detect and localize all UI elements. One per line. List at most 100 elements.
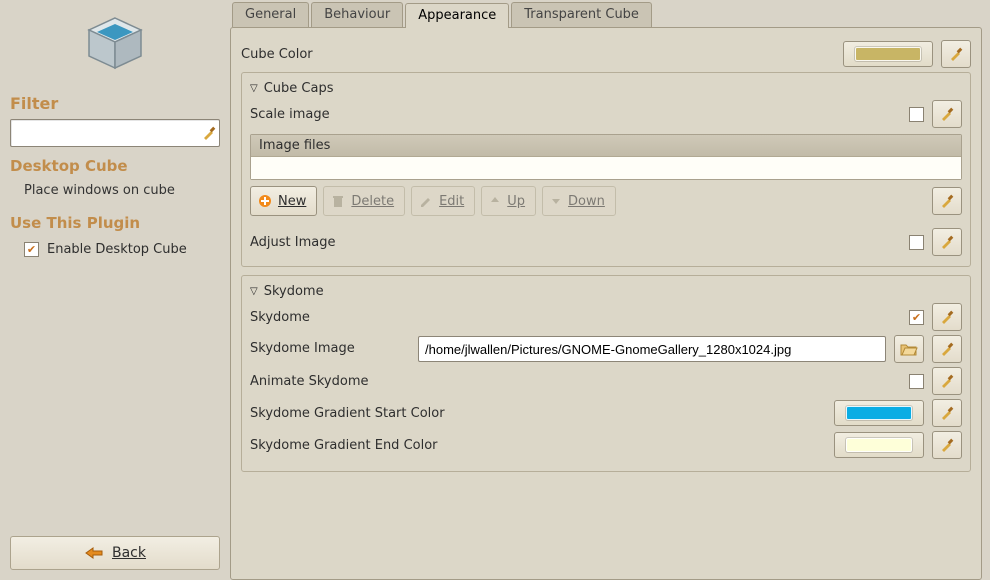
plugin-icon (10, 14, 220, 72)
skydome-group: ▽ Skydome Skydome Skydome Image (241, 275, 971, 472)
skydome-header[interactable]: ▽ Skydome (250, 280, 962, 301)
brush-icon (201, 125, 217, 141)
scale-image-checkbox[interactable] (909, 107, 924, 122)
adjust-image-reset-button[interactable] (932, 228, 962, 256)
skydome-enable-reset-button[interactable] (932, 303, 962, 331)
cube-color-reset-button[interactable] (941, 40, 971, 68)
new-button[interactable]: New (250, 186, 317, 216)
gradient-start-reset-button[interactable] (932, 399, 962, 427)
brush-icon (939, 309, 955, 325)
filter-input[interactable] (11, 126, 199, 141)
sidebar-spacer (10, 258, 220, 536)
brush-icon (939, 341, 955, 357)
brush-icon (939, 437, 955, 453)
brush-icon (939, 405, 955, 421)
star-add-icon (257, 193, 273, 209)
tab-behaviour[interactable]: Behaviour (311, 2, 403, 27)
filter-heading: Filter (10, 94, 220, 113)
settings-panel: Cube Color ▽ Cube Caps Scale image (230, 27, 982, 580)
folder-open-icon (900, 341, 918, 357)
down-button-label: Down (568, 194, 605, 209)
brush-icon (939, 106, 955, 122)
brush-icon (939, 373, 955, 389)
scale-image-row: Scale image (250, 98, 962, 130)
image-files-toolbar: New Delete Edit Up (250, 186, 962, 216)
skydome-image-row: Skydome Image (250, 333, 962, 365)
down-arrow-icon (549, 194, 563, 208)
cube-color-swatch (855, 47, 921, 61)
cube-color-row: Cube Color (241, 38, 971, 70)
animate-skydome-checkbox[interactable] (909, 374, 924, 389)
gradient-start-button[interactable] (834, 400, 924, 426)
clear-filter-icon[interactable] (199, 125, 219, 141)
gradient-start-swatch (846, 406, 912, 420)
expander-icon: ▽ (250, 83, 258, 94)
gradient-end-button[interactable] (834, 432, 924, 458)
skydome-image-reset-button[interactable] (932, 335, 962, 363)
scale-image-label: Scale image (250, 107, 901, 122)
skydome-enable-checkbox[interactable] (909, 310, 924, 325)
skydome-title: Skydome (264, 284, 324, 299)
brush-icon (939, 193, 955, 209)
plugin-description: Place windows on cube (10, 177, 220, 204)
edit-button[interactable]: Edit (411, 186, 475, 216)
scale-image-reset-button[interactable] (932, 100, 962, 128)
down-button[interactable]: Down (542, 186, 616, 216)
tab-general[interactable]: General (232, 2, 309, 27)
up-arrow-icon (488, 194, 502, 208)
cube-caps-header[interactable]: ▽ Cube Caps (250, 77, 962, 98)
tab-transparent-cube[interactable]: Transparent Cube (511, 2, 652, 27)
cube-color-button[interactable] (843, 41, 933, 67)
edit-icon (418, 193, 434, 209)
adjust-image-checkbox[interactable] (909, 235, 924, 250)
adjust-image-row: Adjust Image (250, 226, 962, 258)
sidebar: Filter Desktop Cube Place windows on cub… (0, 0, 230, 580)
plugin-name-heading: Desktop Cube (10, 157, 220, 175)
expander-icon: ▽ (250, 286, 258, 297)
app-window: Filter Desktop Cube Place windows on cub… (0, 0, 990, 580)
filter-box (10, 119, 220, 147)
new-button-label: New (278, 194, 306, 209)
back-button[interactable]: Back (10, 536, 220, 570)
delete-button-label: Delete (351, 194, 394, 209)
skydome-enable-row: Skydome (250, 301, 962, 333)
adjust-image-label: Adjust Image (250, 235, 901, 250)
gradient-end-reset-button[interactable] (932, 431, 962, 459)
back-button-label: Back (112, 545, 146, 561)
delete-icon (330, 193, 346, 209)
image-files-reset-button[interactable] (932, 187, 962, 215)
cube-icon (83, 14, 147, 72)
skydome-image-label: Skydome Image (250, 341, 410, 357)
tab-appearance[interactable]: Appearance (405, 3, 509, 28)
gradient-end-label: Skydome Gradient End Color (250, 438, 826, 453)
gradient-end-row: Skydome Gradient End Color (250, 429, 962, 461)
skydome-image-input[interactable] (418, 336, 886, 362)
image-files-header: Image files (251, 135, 961, 157)
enable-plugin-checkbox[interactable] (24, 242, 39, 257)
enable-plugin-label: Enable Desktop Cube (47, 242, 187, 258)
use-plugin-heading: Use This Plugin (10, 214, 220, 232)
back-arrow-icon (84, 546, 104, 560)
tab-bar: GeneralBehaviourAppearanceTransparent Cu… (230, 2, 982, 27)
enable-plugin-row: Enable Desktop Cube (10, 234, 220, 258)
cube-color-label: Cube Color (241, 47, 835, 62)
animate-skydome-reset-button[interactable] (932, 367, 962, 395)
gradient-end-swatch (846, 438, 912, 452)
animate-skydome-row: Animate Skydome (250, 365, 962, 397)
brush-icon (939, 234, 955, 250)
skydome-enable-label: Skydome (250, 310, 901, 325)
main-area: GeneralBehaviourAppearanceTransparent Cu… (230, 0, 990, 580)
edit-button-label: Edit (439, 194, 464, 209)
gradient-start-label: Skydome Gradient Start Color (250, 406, 826, 421)
animate-skydome-label: Animate Skydome (250, 374, 901, 389)
cube-caps-title: Cube Caps (264, 81, 334, 96)
image-files-list[interactable]: Image files (250, 134, 962, 180)
up-button[interactable]: Up (481, 186, 536, 216)
delete-button[interactable]: Delete (323, 186, 405, 216)
image-files-body (251, 157, 961, 179)
gradient-start-row: Skydome Gradient Start Color (250, 397, 962, 429)
cube-caps-group: ▽ Cube Caps Scale image Image files (241, 72, 971, 267)
brush-icon (948, 46, 964, 62)
skydome-image-browse-button[interactable] (894, 335, 924, 363)
up-button-label: Up (507, 194, 525, 209)
